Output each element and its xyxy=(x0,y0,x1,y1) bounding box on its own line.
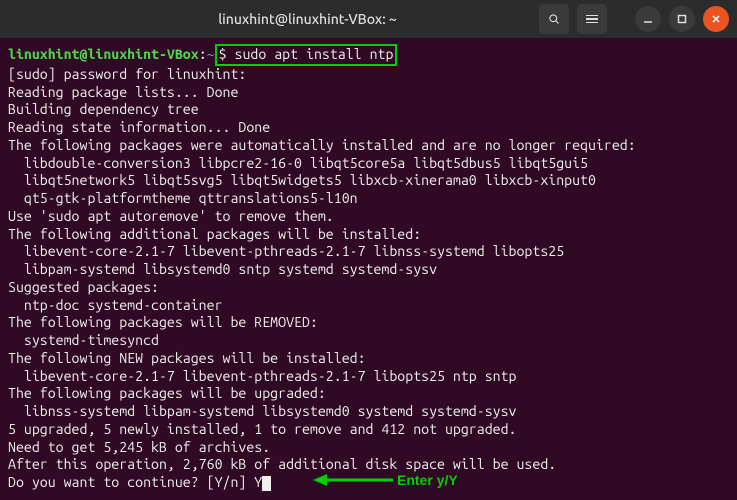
output-line: Suggested packages: xyxy=(8,279,159,295)
annotation-label: Enter y/Y xyxy=(397,472,458,488)
output-line: The following packages will be REMOVED: xyxy=(8,314,318,330)
output-line: [sudo] password for linuxhint: xyxy=(8,66,246,82)
output-line: Use 'sudo apt autoremove' to remove them… xyxy=(8,208,334,224)
output-line: 5 upgraded, 5 newly installed, 1 to remo… xyxy=(8,421,516,437)
output-line: libnss-systemd libpam-systemd libsystemd… xyxy=(8,403,516,419)
output-line: After this operation, 2,760 kB of additi… xyxy=(8,456,556,472)
prompt-colon: : xyxy=(199,46,207,62)
output-line: libevent-core-2.1-7 libevent-pthreads-2.… xyxy=(8,243,564,259)
minimize-button[interactable] xyxy=(635,6,661,32)
command-highlight-box: $ sudo apt install ntp xyxy=(215,44,398,66)
window-title: linuxhint@linuxhint-VBox: ~ xyxy=(84,11,531,27)
output-line: The following packages were automaticall… xyxy=(8,137,636,153)
output-line: libpam-systemd libsystemd0 sntp systemd … xyxy=(8,261,437,277)
output-line: Reading package lists... Done xyxy=(8,84,238,100)
close-button[interactable] xyxy=(703,6,729,32)
output-line: Building dependency tree xyxy=(8,101,199,117)
prompt-path: ~ xyxy=(207,46,215,62)
cursor-icon xyxy=(262,476,271,491)
window-titlebar: linuxhint@linuxhint-VBox: ~ xyxy=(0,0,737,38)
output-line: qt5-gtk-platformtheme qttranslations5-l1… xyxy=(8,190,358,206)
menu-button[interactable] xyxy=(577,4,607,34)
output-line: The following NEW packages will be insta… xyxy=(8,350,366,366)
output-line: The following packages will be upgraded: xyxy=(8,385,326,401)
annotation-arrow-icon xyxy=(313,472,393,488)
output-line: libdouble-conversion3 libpcre2-16-0 libq… xyxy=(8,155,588,171)
output-line: systemd-timesyncd xyxy=(8,332,159,348)
prompt-user-host: linuxhint@linuxhint-VBox xyxy=(8,46,199,62)
output-line: Need to get 5,245 kB of archives. xyxy=(8,439,270,455)
output-line: The following additional packages will b… xyxy=(8,226,421,242)
search-button[interactable] xyxy=(539,4,569,34)
output-line: libevent-core-2.1-7 libevent-pthreads-2.… xyxy=(8,368,516,384)
prompt-dollar: $ xyxy=(219,46,227,62)
maximize-button[interactable] xyxy=(669,6,695,32)
output-line: libqt5network5 libqt5svg5 libqt5widgets5… xyxy=(8,172,596,188)
terminal-output[interactable]: linuxhint@linuxhint-VBox:~$ sudo apt ins… xyxy=(0,38,737,498)
output-line-prompt: Do you want to continue? [Y/n] xyxy=(8,474,254,490)
output-line: Reading state information... Done xyxy=(8,119,270,135)
output-line: ntp-doc systemd-container xyxy=(8,297,223,313)
user-input: Y xyxy=(254,474,262,490)
command-text: sudo apt install ntp xyxy=(235,46,394,62)
